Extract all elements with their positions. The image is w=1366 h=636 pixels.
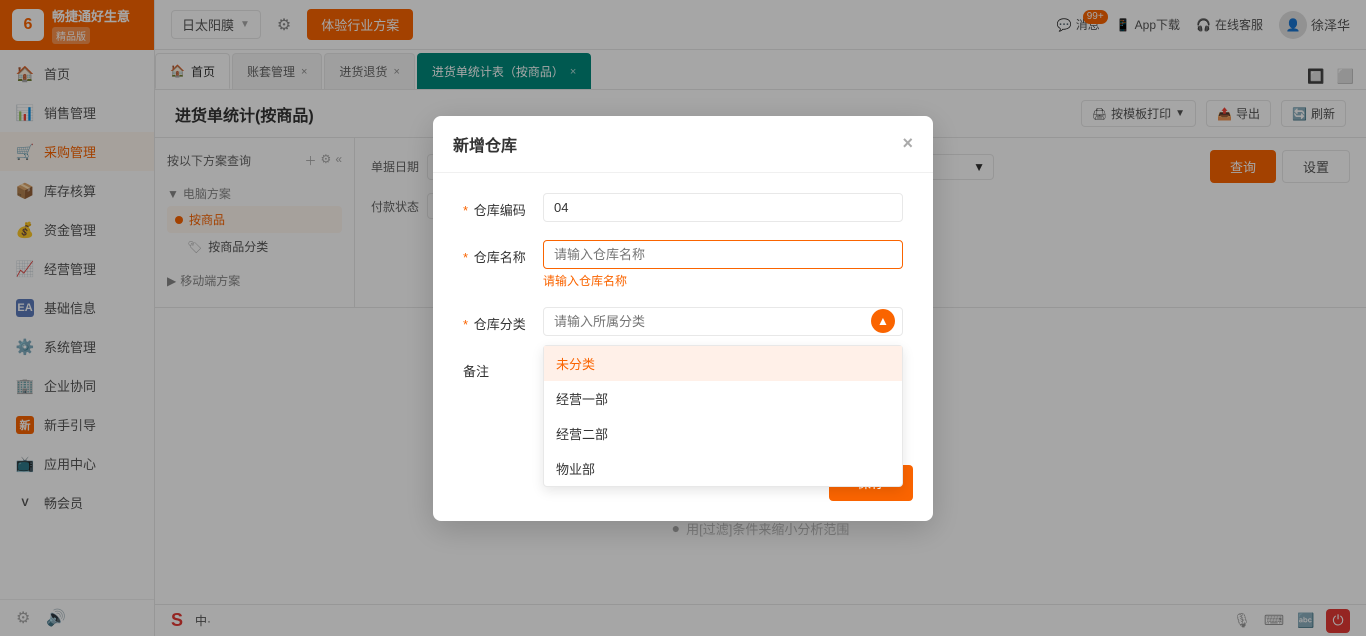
required-star-2: * [463, 250, 468, 265]
warehouse-category-field: * 仓库分类 ▲ 未分类 经营一部 经营二部 物业部 [463, 307, 903, 336]
modal-title: 新增仓库 [453, 132, 517, 156]
category-select-input[interactable] [543, 307, 903, 336]
category-dropdown-list: 未分类 经营一部 经营二部 物业部 [543, 345, 903, 487]
note-label: 备注 [463, 354, 543, 380]
warehouse-code-field: * 仓库编码 [463, 193, 903, 222]
required-star-3: * [463, 317, 468, 332]
dropdown-item-dept3[interactable]: 物业部 [544, 451, 902, 486]
warehouse-name-field: * 仓库名称 请输入仓库名称 [463, 240, 903, 289]
modal-overlay: 新增仓库 × * 仓库编码 * 仓库名称 [0, 0, 1366, 636]
dropdown-item-none[interactable]: 未分类 [544, 346, 902, 381]
code-label: * 仓库编码 [463, 193, 543, 219]
name-error-msg: 请输入仓库名称 [543, 272, 903, 289]
code-control [543, 193, 903, 222]
category-label: * 仓库分类 [463, 307, 543, 333]
modal-header: 新增仓库 × [433, 116, 933, 173]
new-warehouse-modal: 新增仓库 × * 仓库编码 * 仓库名称 [433, 116, 933, 521]
modal-close-icon[interactable]: × [902, 133, 913, 154]
category-select-wrapper: ▲ 未分类 经营一部 经营二部 物业部 [543, 307, 903, 336]
dropdown-item-dept2[interactable]: 经营二部 [544, 416, 902, 451]
warehouse-code-input[interactable] [543, 193, 903, 222]
required-star: * [463, 203, 468, 218]
name-label: * 仓库名称 [463, 240, 543, 266]
modal-body: * 仓库编码 * 仓库名称 请输入仓库名称 [433, 173, 933, 455]
dropdown-item-dept1[interactable]: 经营一部 [544, 381, 902, 416]
name-control: 请输入仓库名称 [543, 240, 903, 289]
warehouse-name-input[interactable] [543, 240, 903, 269]
category-dropdown-toggle[interactable]: ▲ [871, 309, 895, 333]
category-control: ▲ 未分类 经营一部 经营二部 物业部 [543, 307, 903, 336]
